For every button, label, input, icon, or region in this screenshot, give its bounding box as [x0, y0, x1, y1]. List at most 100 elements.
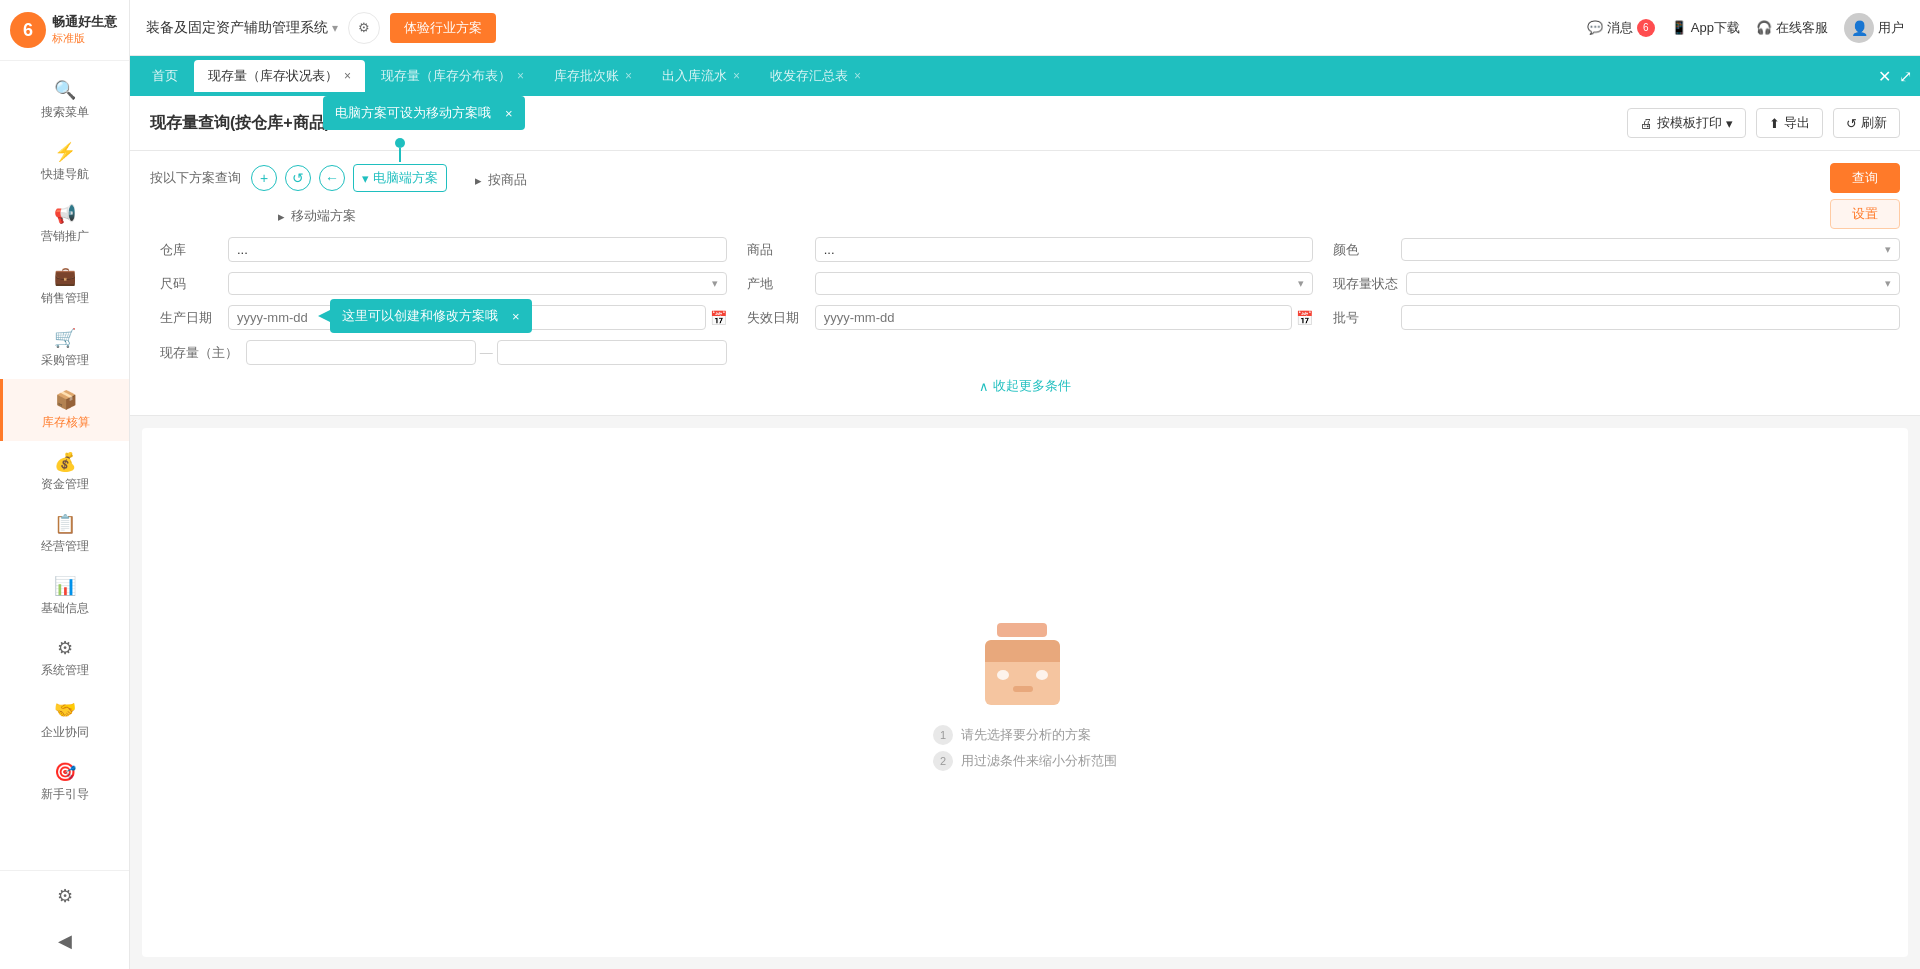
- scheme-desktop[interactable]: ▾ 电脑端方案: [353, 164, 447, 192]
- tab-receive-summary-label: 收发存汇总表: [770, 67, 848, 85]
- tab-in-out-flow[interactable]: 出入库流水 ×: [648, 60, 754, 92]
- tab-inventory-status[interactable]: 现存量（库存状况表） ×: [194, 60, 365, 92]
- back-scheme-button[interactable]: ←: [319, 165, 345, 191]
- sidebar-item-quick-nav[interactable]: ⚡ 快捷导航: [0, 131, 129, 193]
- support-icon: 🎧: [1756, 20, 1772, 35]
- tooltip-create-close[interactable]: ×: [512, 309, 520, 324]
- sidebar-item-search[interactable]: 🔍 搜索菜单: [0, 69, 129, 131]
- search-icon: 🔍: [54, 79, 76, 101]
- product-select[interactable]: ...: [815, 237, 1314, 262]
- marketing-icon: 📢: [54, 203, 76, 225]
- tab-batch-ledger[interactable]: 库存批次账 ×: [540, 60, 646, 92]
- tooltip-desktop-scheme: 电脑方案可设为移动方案哦 ×: [323, 96, 525, 130]
- industry-solution-button[interactable]: 体验行业方案: [390, 13, 496, 43]
- warehouse-select[interactable]: ...: [228, 237, 727, 262]
- empty-state: 1 请先选择要分析的方案 2 用过滤条件来缩小分析范围: [933, 615, 1117, 771]
- sidebar-item-purchase[interactable]: 🛒 采购管理: [0, 317, 129, 379]
- sidebar-item-marketing[interactable]: 📢 营销推广: [0, 193, 129, 255]
- chevron-up-icon: ∧: [979, 379, 989, 394]
- tab-close-all-icon[interactable]: ✕: [1878, 67, 1891, 86]
- sidebar-item-finance[interactable]: 💰 资金管理: [0, 441, 129, 503]
- sidebar-item-basic[interactable]: 📊 基础信息: [0, 565, 129, 627]
- tab-inventory-dist-close[interactable]: ×: [517, 69, 524, 83]
- sidebar-label-search: 搜索菜单: [41, 104, 89, 121]
- origin-select[interactable]: ▾: [815, 272, 1314, 295]
- sidebar-item-system[interactable]: ⚙ 系统管理: [0, 627, 129, 689]
- stock-status-select[interactable]: ▾: [1406, 272, 1900, 295]
- add-scheme-button[interactable]: +: [251, 165, 277, 191]
- empty-step-1: 1 请先选择要分析的方案: [933, 725, 1117, 745]
- tab-batch-ledger-close[interactable]: ×: [625, 69, 632, 83]
- sidebar-label-sales: 销售管理: [41, 290, 89, 307]
- online-support-button[interactable]: 🎧 在线客服: [1756, 19, 1828, 37]
- topbar-gear-button[interactable]: ⚙: [348, 12, 380, 44]
- message-icon: 💬: [1587, 20, 1603, 35]
- user-profile[interactable]: 👤 用户: [1844, 13, 1904, 43]
- page-title: 现存量查询(按仓库+商品): [150, 113, 330, 134]
- filter-origin: 产地 ▾: [747, 272, 1314, 295]
- filter-expire-date: 失效日期 📅: [747, 305, 1314, 330]
- sidebar-label-quick-nav: 快捷导航: [41, 166, 89, 183]
- sub-scheme-item-product[interactable]: ▸ 按商品: [467, 167, 535, 193]
- range-separator: —: [480, 345, 493, 360]
- color-select[interactable]: ▾: [1401, 238, 1900, 261]
- sidebar-item-enterprise[interactable]: 🤝 企业协同: [0, 689, 129, 751]
- settings-button[interactable]: 设置: [1830, 199, 1900, 229]
- calendar-icon[interactable]: 📅: [710, 310, 727, 326]
- tooltip-create-scheme: 这里可以创建和修改方案哦 ×: [330, 299, 532, 333]
- logo-line1: 畅通好生意: [52, 14, 117, 31]
- print-chevron-icon: ▾: [1726, 116, 1733, 131]
- tab-inventory-dist-label: 现存量（库存分布表）: [381, 67, 511, 85]
- filter-stock-status: 现存量状态 ▾: [1333, 272, 1900, 295]
- filter-size: 尺码 ▾: [160, 272, 727, 295]
- tab-fullscreen-icon[interactable]: ⤢: [1899, 67, 1912, 86]
- sub-scheme-list: ▸ 按商品: [467, 167, 535, 193]
- tab-receive-summary-close[interactable]: ×: [854, 69, 861, 83]
- query-button[interactable]: 查询: [1830, 163, 1900, 193]
- sidebar-label-marketing: 营销推广: [41, 228, 89, 245]
- tab-inventory-dist[interactable]: 现存量（库存分布表） ×: [367, 60, 538, 92]
- sidebar-label-finance: 资金管理: [41, 476, 89, 493]
- enterprise-icon: 🤝: [54, 699, 76, 721]
- refresh-scheme-button[interactable]: ↺: [285, 165, 311, 191]
- export-button[interactable]: ⬆ 导出: [1756, 108, 1823, 138]
- tabs-bar: 首页 现存量（库存状况表） × 现存量（库存分布表） × 库存批次账 × 出入库…: [130, 56, 1920, 96]
- chevron-down-icon: ▾: [332, 21, 338, 35]
- expire-date-input[interactable]: [815, 305, 1293, 330]
- stock-main-to[interactable]: [497, 340, 727, 365]
- logo-icon: 6: [10, 12, 46, 48]
- batch-input[interactable]: [1401, 305, 1900, 330]
- filter-warehouse: 仓库 ...: [160, 237, 727, 262]
- message-button[interactable]: 💬 消息 6: [1587, 19, 1655, 37]
- tooltip-scheme-close[interactable]: ×: [505, 106, 513, 121]
- size-select[interactable]: ▾: [228, 272, 727, 295]
- chevron-down-icon: ▾: [1885, 277, 1891, 290]
- scheme-mobile[interactable]: ▸ 移动端方案: [270, 203, 1900, 229]
- sidebar-settings-btn[interactable]: ⚙: [53, 879, 77, 916]
- sidebar-item-operation[interactable]: 📋 经营管理: [0, 503, 129, 565]
- refresh-button[interactable]: ↺ 刷新: [1833, 108, 1900, 138]
- calendar-icon-expire[interactable]: 📅: [1296, 310, 1313, 326]
- tab-receive-summary[interactable]: 收发存汇总表 ×: [756, 60, 875, 92]
- inventory-icon: 📦: [55, 389, 77, 411]
- sidebar: 6 畅通好生意 标准版 🔍 搜索菜单 ⚡ 快捷导航 📢 营销推广 💼 销售管理 …: [0, 0, 130, 969]
- print-button[interactable]: 🖨 按模板打印 ▾: [1627, 108, 1746, 138]
- tab-home[interactable]: 首页: [138, 60, 192, 92]
- lightning-icon: ⚡: [54, 141, 76, 163]
- filter-batch: 批号: [1333, 305, 1900, 330]
- sidebar-collapse-btn[interactable]: ◀: [54, 924, 76, 961]
- newbie-icon: 🎯: [54, 761, 76, 783]
- tab-inventory-status-close[interactable]: ×: [344, 69, 351, 83]
- stock-main-from[interactable]: [246, 340, 476, 365]
- sidebar-item-inventory[interactable]: 📦 库存核算: [0, 379, 129, 441]
- collapse-filter-button[interactable]: ∧ 收起更多条件: [150, 369, 1900, 403]
- user-name: 用户: [1878, 19, 1904, 37]
- tab-in-out-flow-close[interactable]: ×: [733, 69, 740, 83]
- system-selector[interactable]: 装备及固定资产辅助管理系统 ▾: [146, 19, 338, 37]
- app-download-button[interactable]: 📱 App下载: [1671, 19, 1740, 37]
- sidebar-item-sales[interactable]: 💼 销售管理: [0, 255, 129, 317]
- system-icon: ⚙: [57, 637, 73, 659]
- chevron-down-icon: ▾: [712, 277, 718, 290]
- empty-step-2: 2 用过滤条件来缩小分析范围: [933, 751, 1117, 771]
- sidebar-item-newbie[interactable]: 🎯 新手引导: [0, 751, 129, 813]
